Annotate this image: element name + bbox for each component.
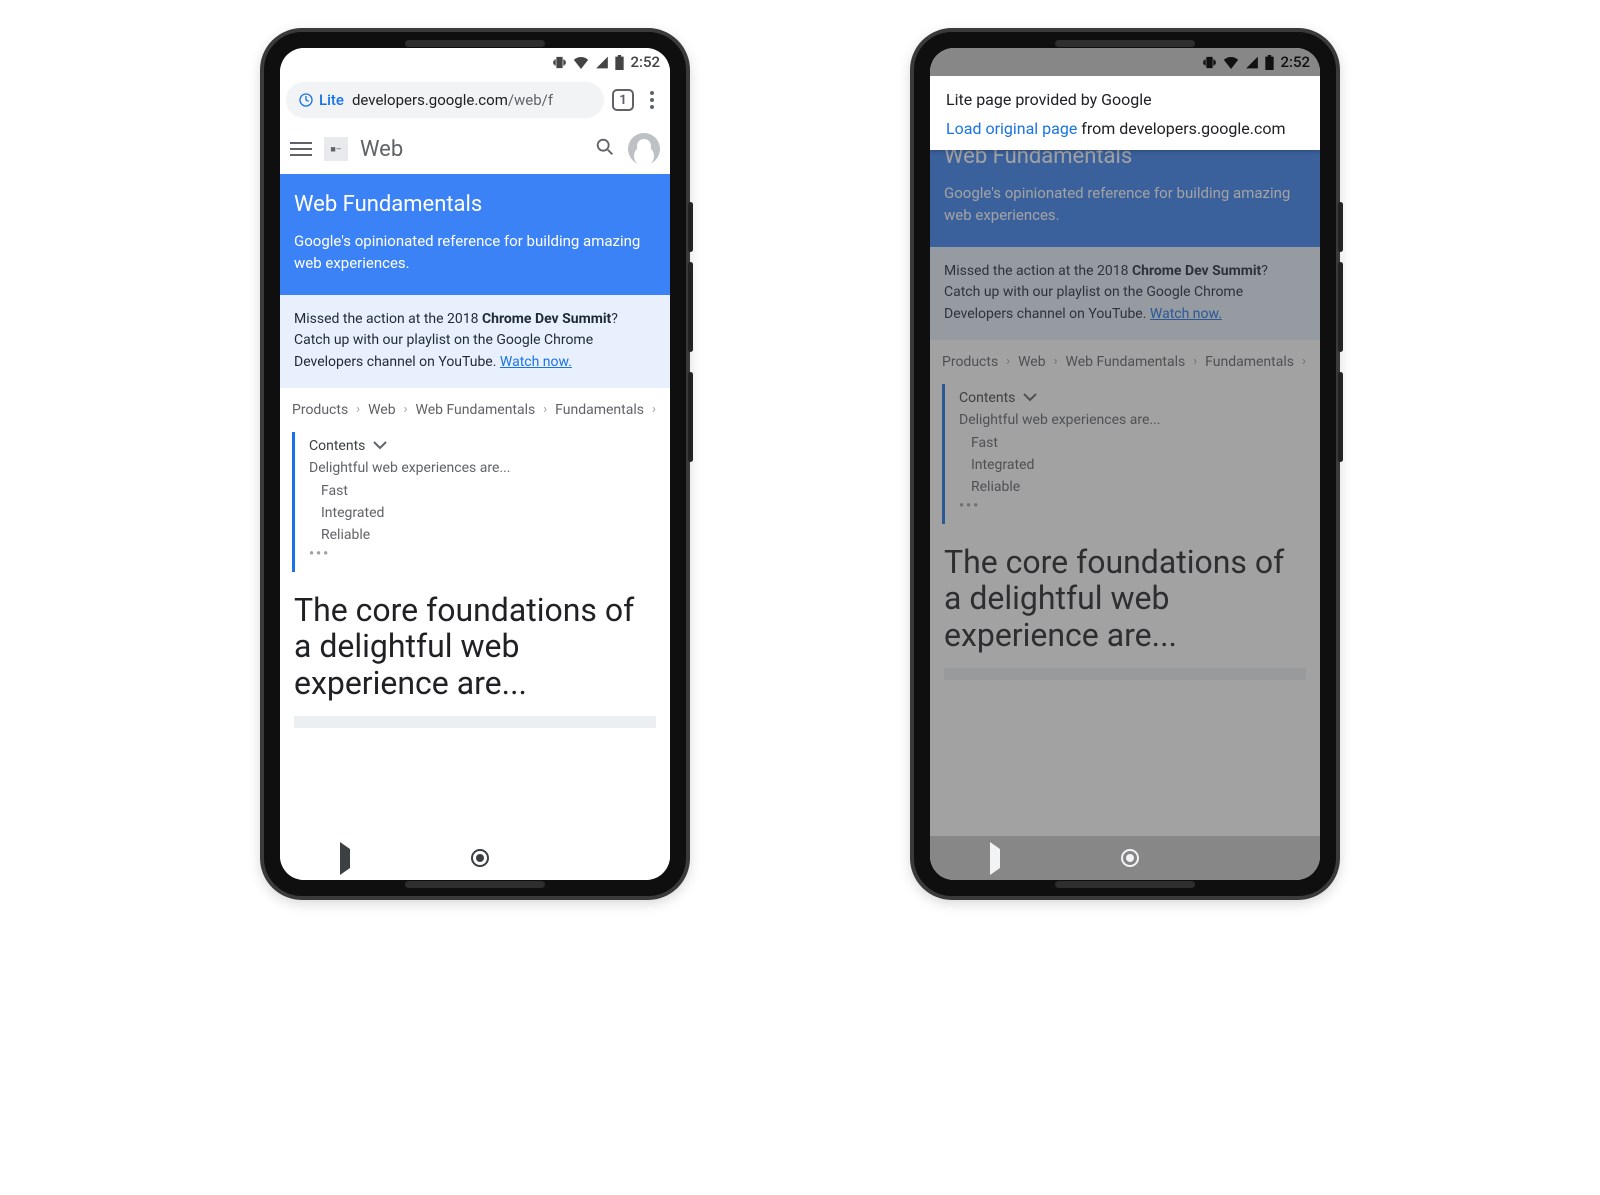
chevron-right-icon: › <box>1006 354 1010 369</box>
chevron-right-icon: › <box>652 402 656 417</box>
load-original-link[interactable]: Load original page <box>946 119 1077 138</box>
home-button[interactable] <box>1121 849 1139 867</box>
crumb-item[interactable]: Products <box>942 354 998 370</box>
tab-switcher-button[interactable]: 1 <box>612 89 634 111</box>
cell-signal-icon <box>595 56 609 69</box>
promo-banner: Missed the action at the 2018 Chrome Dev… <box>930 247 1320 340</box>
device-right: 2:52 ■– Web Web Fundamentals Google's op… <box>910 28 1340 900</box>
toc-more-icon[interactable]: ••• <box>309 546 644 562</box>
table-of-contents: Contents Delightful web experiences are.… <box>942 384 1308 524</box>
content-placeholder <box>944 668 1306 680</box>
system-nav-bar <box>280 836 670 880</box>
back-button[interactable] <box>990 849 1000 868</box>
status-bar: 2:52 <box>280 48 670 76</box>
promo-link[interactable]: Watch now. <box>1150 306 1222 322</box>
status-time: 2:52 <box>1280 53 1310 71</box>
crumb-item[interactable]: Products <box>292 402 348 418</box>
toc-item[interactable]: Fast <box>321 480 644 502</box>
search-icon[interactable] <box>594 136 616 162</box>
hero-subtitle: Google's opinionated reference for build… <box>294 231 656 275</box>
breadcrumb: Products › Web › Web Fundamentals › Fundame… <box>280 388 670 432</box>
overflow-menu-button[interactable] <box>642 91 662 109</box>
system-nav-bar <box>930 836 1320 880</box>
cell-signal-icon <box>1245 56 1259 69</box>
chevron-right-icon: › <box>356 402 360 417</box>
site-logo[interactable]: ■– <box>324 137 348 161</box>
toc-label[interactable]: Contents <box>959 390 1015 406</box>
crumb-item[interactable]: Web Fundamentals <box>415 402 535 418</box>
url-text: developers.google.com/web/f <box>352 91 553 109</box>
chevron-right-icon: › <box>1054 354 1058 369</box>
crumb-item[interactable]: Web Fundamentals <box>1065 354 1185 370</box>
hero-title: Web Fundamentals <box>294 192 656 217</box>
account-avatar[interactable] <box>628 133 660 165</box>
vibrate-icon <box>552 55 567 70</box>
status-bar: 2:52 <box>930 48 1320 76</box>
toc-item[interactable]: Integrated <box>321 502 644 524</box>
chevron-down-icon[interactable] <box>1023 390 1037 406</box>
breadcrumb: Products › Web › Web Fundamentals › Fundame… <box>930 340 1320 384</box>
battery-icon <box>615 55 624 70</box>
device-left: 2:52 Lite developers.google.com/web/f 1 … <box>260 28 690 900</box>
toc-lead[interactable]: Delightful web experiences are... <box>309 460 644 476</box>
toc-label[interactable]: Contents <box>309 438 365 454</box>
site-title[interactable]: Web <box>360 137 582 162</box>
chevron-down-icon[interactable] <box>373 438 387 454</box>
chevron-right-icon: › <box>404 402 408 417</box>
toc-item[interactable]: Fast <box>971 432 1294 454</box>
toc-item[interactable]: Integrated <box>971 454 1294 476</box>
wifi-icon <box>573 56 589 69</box>
page-headline: The core foundations of a delightful web… <box>930 524 1320 662</box>
content-placeholder <box>294 716 656 728</box>
chevron-right-icon: › <box>1193 354 1197 369</box>
toc-more-icon[interactable]: ••• <box>959 498 1294 514</box>
crumb-item[interactable]: Fundamentals <box>555 402 644 418</box>
lite-label: Lite <box>319 91 344 109</box>
lite-icon <box>298 92 314 108</box>
promo-link[interactable]: Watch now. <box>500 354 572 370</box>
toc-item[interactable]: Reliable <box>971 476 1294 498</box>
home-button[interactable] <box>471 849 489 867</box>
chevron-right-icon: › <box>543 402 547 417</box>
site-header: ■– Web <box>280 124 670 174</box>
lite-info-sheet: Lite page provided by Google Load origin… <box>930 76 1320 150</box>
hero-banner: Web Fundamentals Google's opinionated re… <box>280 174 670 295</box>
browser-toolbar: Lite developers.google.com/web/f 1 <box>280 76 670 124</box>
sheet-title: Lite page provided by Google <box>946 90 1304 109</box>
lite-badge[interactable]: Lite <box>298 91 344 109</box>
status-time: 2:52 <box>630 53 660 71</box>
omnibox[interactable]: Lite developers.google.com/web/f <box>286 82 604 118</box>
wifi-icon <box>1223 56 1239 69</box>
hero-subtitle: Google's opinionated reference for build… <box>944 183 1306 227</box>
crumb-item[interactable]: Web <box>1018 354 1046 370</box>
sheet-tail: from developers.google.com <box>1077 119 1285 138</box>
table-of-contents: Contents Delightful web experiences are.… <box>292 432 658 572</box>
promo-banner: Missed the action at the 2018 Chrome Dev… <box>280 295 670 388</box>
toc-lead[interactable]: Delightful web experiences are... <box>959 412 1294 428</box>
vibrate-icon <box>1202 55 1217 70</box>
chevron-right-icon: › <box>1302 354 1306 369</box>
crumb-item[interactable]: Fundamentals <box>1205 354 1294 370</box>
back-button[interactable] <box>340 849 350 868</box>
battery-icon <box>1265 55 1274 70</box>
page-headline: The core foundations of a delightful web… <box>280 572 670 710</box>
crumb-item[interactable]: Web <box>368 402 396 418</box>
hamburger-icon[interactable] <box>290 142 312 156</box>
toc-item[interactable]: Reliable <box>321 524 644 546</box>
